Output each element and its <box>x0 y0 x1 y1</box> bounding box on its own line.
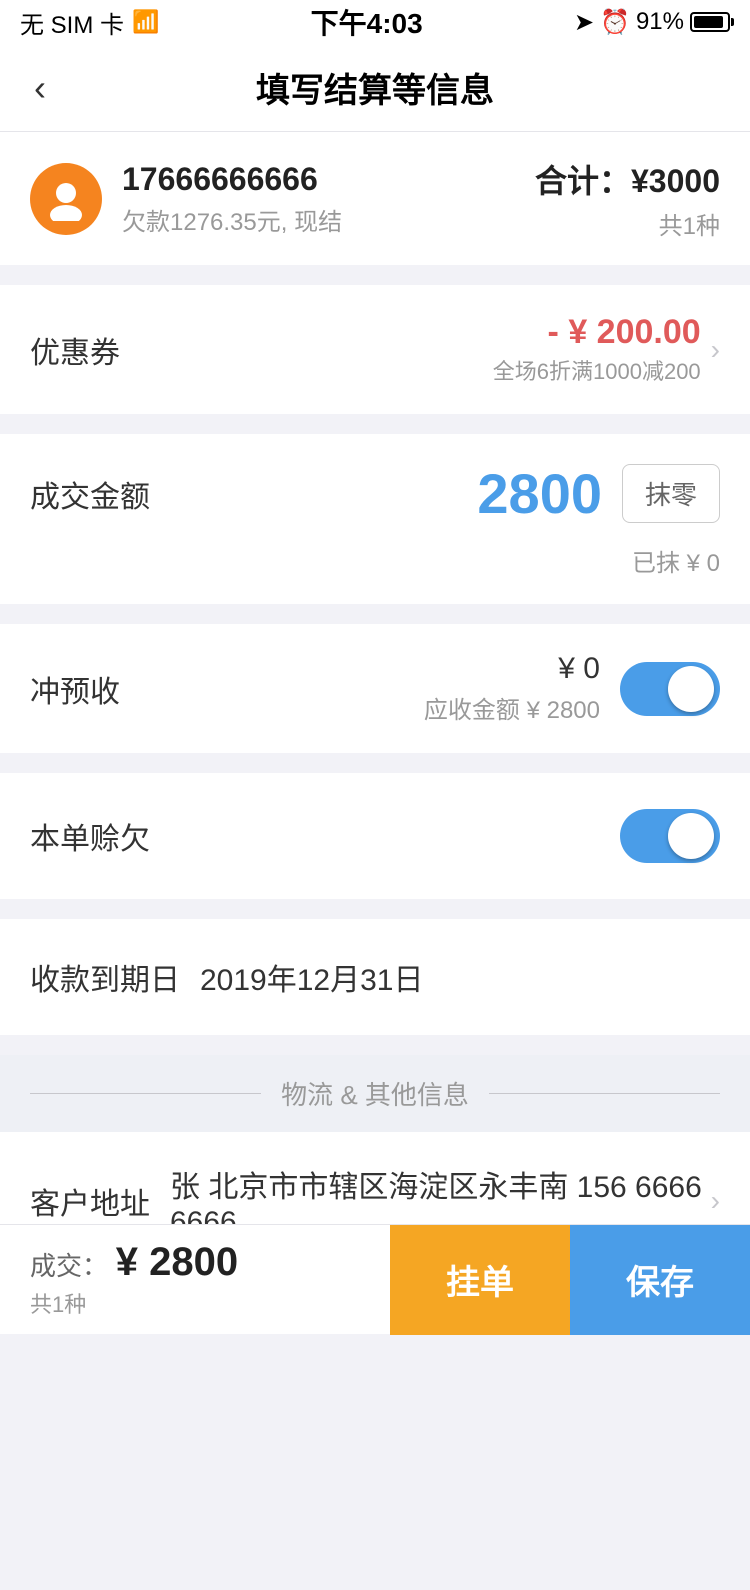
address-label: 客户地址 <box>30 1179 150 1223</box>
prepay-label: 冲预收 <box>30 667 120 711</box>
bottom-deal-label: 成交： <box>30 1251 108 1281</box>
prepay-receivable: 应收金额 ¥ 2800 <box>424 690 600 725</box>
status-time: 下午4:03 <box>311 2 423 42</box>
prepay-toggle[interactable] <box>620 662 720 716</box>
wifi-icon: 📶 <box>132 9 159 35</box>
avatar <box>30 163 102 235</box>
debt-label: 本单赊欠 <box>30 814 150 858</box>
prepay-row: 冲预收 ¥ 0 应收金额 ¥ 2800 <box>0 624 750 753</box>
coupon-desc: 全场6折满1000减200 <box>493 354 701 386</box>
sep-line-right <box>489 1093 720 1094</box>
status-right: ➤ ⏰ 91% <box>574 8 730 37</box>
deal-label: 成交金额 <box>30 472 150 516</box>
debt-row: 本单赊欠 <box>0 773 750 899</box>
carrier-text: 无 SIM 卡 <box>20 5 124 40</box>
address-chevron-icon: › <box>711 1185 720 1217</box>
bottom-bar: 成交： ¥ 2800 共1种 挂单 保存 <box>0 1224 750 1334</box>
toggle-knob <box>668 666 714 712</box>
coupon-label: 优惠券 <box>30 328 120 372</box>
debt-toggle-knob <box>668 813 714 859</box>
customer-debt: 欠款1276.35元, 现结 <box>122 202 342 237</box>
deal-sub-text: 已抹 ¥ 0 <box>30 543 720 578</box>
status-left: 无 SIM 卡 📶 <box>20 5 159 40</box>
battery-icon <box>690 12 730 32</box>
status-bar: 无 SIM 卡 📶 下午4:03 ➤ ⏰ 91% <box>0 0 750 44</box>
battery-percent: 91% <box>636 8 684 36</box>
deal-section: 成交金额 2800 抹零 已抹 ¥ 0 <box>0 434 750 604</box>
customer-phone: 17666666666 <box>122 161 342 198</box>
deal-amount-value: 2800 <box>477 466 602 522</box>
due-date-row: 收款到期日 2019年12月31日 <box>0 919 750 1035</box>
round-button[interactable]: 抹零 <box>622 464 720 523</box>
coupon-discount: - ¥ 200.00 <box>493 313 701 352</box>
chevron-right-icon: › <box>711 334 720 366</box>
content: 17666666666 欠款1276.35元, 现结 合计：¥3000 共1种 … <box>0 132 750 1590</box>
due-date-label: 收款到期日 <box>30 955 180 999</box>
due-date-value: 2019年12月31日 <box>200 955 423 999</box>
back-button[interactable]: ‹ <box>24 57 56 119</box>
logistics-label: 物流 & 其他信息 <box>281 1075 469 1112</box>
nav-bar: ‹ 填写结算等信息 <box>0 44 750 132</box>
logistics-separator: 物流 & 其他信息 <box>0 1055 750 1132</box>
bottom-deal-amount: ¥ 2800 <box>116 1240 238 1284</box>
prepay-amount: ¥ 0 <box>424 652 600 686</box>
total-count: 共1种 <box>535 206 720 241</box>
customer-info: 17666666666 欠款1276.35元, 现结 <box>122 161 342 237</box>
debt-toggle[interactable] <box>620 809 720 863</box>
sep-line-left <box>30 1093 261 1094</box>
save-button[interactable]: 保存 <box>570 1225 750 1335</box>
total-amount: 合计：¥3000 <box>535 156 720 202</box>
pending-button[interactable]: 挂单 <box>390 1225 570 1335</box>
customer-row: 17666666666 欠款1276.35元, 现结 合计：¥3000 共1种 <box>0 132 750 265</box>
bottom-count: 共1种 <box>30 1287 360 1319</box>
bottom-summary: 成交： ¥ 2800 共1种 <box>0 1240 390 1319</box>
location-icon: ➤ <box>574 8 594 37</box>
customer-total: 合计：¥3000 共1种 <box>535 156 720 241</box>
alarm-icon: ⏰ <box>600 8 630 37</box>
page-title: 填写结算等信息 <box>256 63 494 112</box>
coupon-row[interactable]: 优惠券 - ¥ 200.00 全场6折满1000减200 › <box>0 285 750 414</box>
